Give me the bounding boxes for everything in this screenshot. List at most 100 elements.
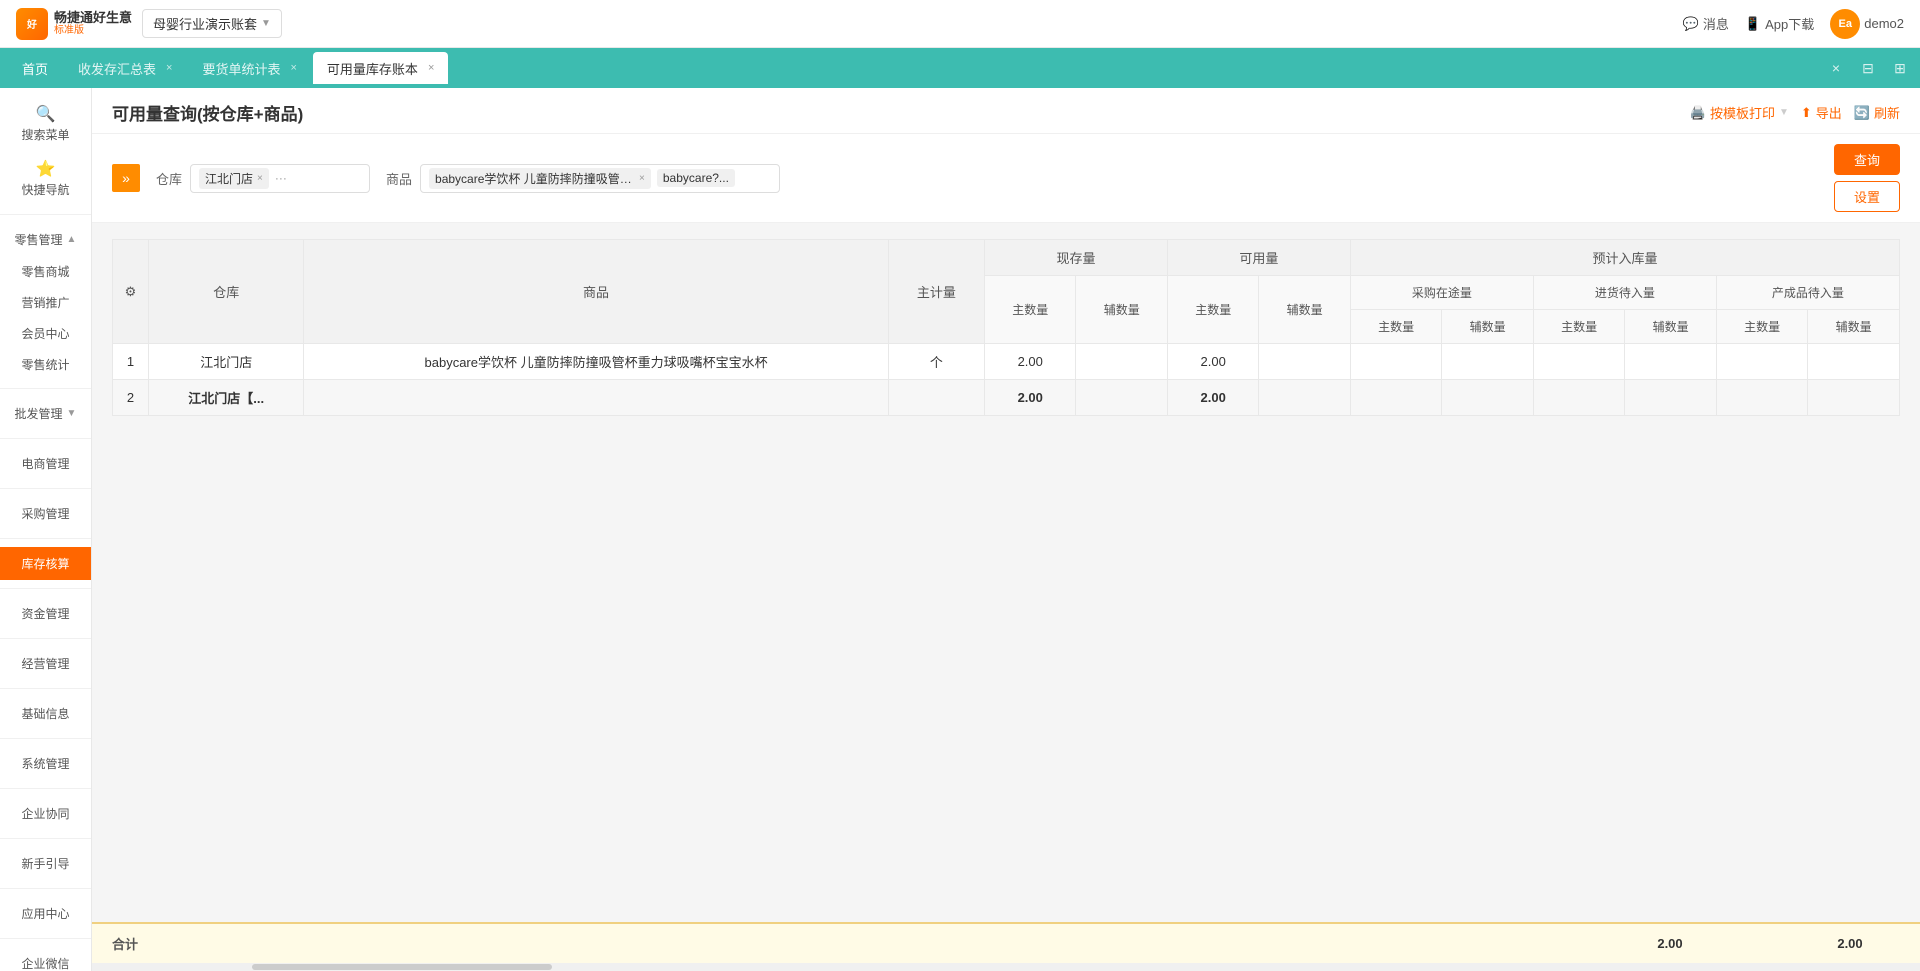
chevron-icon2: ▼ bbox=[67, 408, 77, 419]
sidebar-item-inventory[interactable]: 库存核算 bbox=[0, 547, 91, 580]
warehouse-filter-label: 仓库 bbox=[156, 169, 182, 188]
sidebar-item-member[interactable]: 会员中心 bbox=[0, 318, 91, 349]
footer-label: 合计 bbox=[112, 934, 272, 953]
sidebar-item-newbie[interactable]: 新手引导 bbox=[0, 847, 91, 880]
sidebar-item-search[interactable]: 🔍 搜索菜单 bbox=[0, 96, 91, 151]
sidebar-item-finance[interactable]: 资金管理 bbox=[0, 597, 91, 630]
remove-warehouse-tag[interactable]: × bbox=[257, 173, 263, 184]
row-1-purchase-main bbox=[1350, 344, 1441, 380]
sidebar-group-corp: 企业协同 bbox=[0, 789, 91, 839]
tab-available-stock[interactable]: 可用量库存账本 × bbox=[313, 52, 448, 84]
row-1-product-aux bbox=[1808, 344, 1900, 380]
col-gear[interactable]: ⚙ bbox=[113, 240, 149, 344]
row-2-purchase-main bbox=[1350, 380, 1441, 416]
sidebar-item-retail-stats[interactable]: 零售统计 bbox=[0, 349, 91, 380]
product-filter-input[interactable]: babycare学饮杯 儿童防摔防撞吸管杯重力球吸嘴杯宝宝水杯 × babyca… bbox=[420, 164, 780, 193]
row-1-unit: 个 bbox=[888, 344, 984, 380]
filter-product-group: 商品 babycare学饮杯 儿童防摔防撞吸管杯重力球吸嘴杯宝宝水杯 × bab… bbox=[386, 164, 780, 193]
row-1-avail-aux bbox=[1259, 344, 1350, 380]
row-2-incoming-aux bbox=[1625, 380, 1716, 416]
close-tab-receipt[interactable]: × bbox=[166, 62, 172, 74]
tab-order-stats[interactable]: 要货单统计表 × bbox=[188, 52, 310, 84]
refresh-button[interactable]: 🔄 刷新 bbox=[1854, 103, 1900, 122]
maximize-button[interactable]: ⊞ bbox=[1888, 56, 1912, 80]
query-button[interactable]: 查询 bbox=[1834, 144, 1900, 175]
top-bar-left: 好 畅捷通好生意 标准版 母婴行业演示账套 ▼ bbox=[16, 8, 282, 40]
avatar: Ea bbox=[1830, 9, 1860, 39]
remove-product-tag1[interactable]: × bbox=[639, 173, 645, 184]
footer-avail-main: 2.00 bbox=[1800, 936, 1900, 951]
sidebar-item-retail-mall[interactable]: 零售商城 bbox=[0, 256, 91, 287]
row-2-warehouse: 江北门店【... bbox=[149, 380, 304, 416]
sidebar-group-operations: 经营管理 bbox=[0, 639, 91, 689]
row-2-product-aux bbox=[1808, 380, 1900, 416]
sidebar-item-corp[interactable]: 企业协同 bbox=[0, 797, 91, 830]
top-bar: 好 畅捷通好生意 标准版 母婴行业演示账套 ▼ 💬 消息 📱 App下载 Ea … bbox=[0, 0, 1920, 48]
col-available-group: 可用量 bbox=[1167, 240, 1350, 276]
product-filter-label: 商品 bbox=[386, 169, 412, 188]
footer-current-main: 2.00 bbox=[1620, 936, 1720, 951]
col-incoming-aux: 辅数量 bbox=[1625, 310, 1716, 344]
sidebar-group-finance: 资金管理 bbox=[0, 589, 91, 639]
sidebar-group-retail: 零售管理 ▲ 零售商城 营销推广 会员中心 零售统计 bbox=[0, 215, 91, 389]
row-2-product-main bbox=[1716, 380, 1807, 416]
row-2-current-main: 2.00 bbox=[984, 380, 1075, 416]
col-product-aux: 辅数量 bbox=[1808, 310, 1900, 344]
sidebar-item-purchase[interactable]: 采购管理 bbox=[0, 497, 91, 530]
sidebar-item-system[interactable]: 系统管理 bbox=[0, 747, 91, 780]
close-tab-available[interactable]: × bbox=[428, 62, 434, 74]
row-1-avail-main: 2.00 bbox=[1167, 344, 1258, 380]
print-template-button[interactable]: 🖨️ 按模板打印 ▼ bbox=[1690, 103, 1789, 122]
industry-selector[interactable]: 母婴行业演示账套 ▼ bbox=[142, 9, 282, 38]
user-menu[interactable]: Ea demo2 bbox=[1830, 9, 1904, 39]
scroll-thumb[interactable] bbox=[252, 964, 552, 970]
sidebar-group-appstore: 应用中心 bbox=[0, 889, 91, 939]
filter-expand-button[interactable]: » bbox=[112, 164, 140, 192]
nav-tabs-right: × ⊟ ⊞ bbox=[1824, 56, 1912, 80]
page-header: 可用量查询(按仓库+商品) 🖨️ 按模板打印 ▼ ⬆ 导出 🔄 刷新 bbox=[92, 88, 1920, 134]
app-download-button[interactable]: 📱 App下载 bbox=[1745, 14, 1814, 33]
col-planned-in-group: 预计入库量 bbox=[1350, 240, 1899, 276]
row-1-incoming-main bbox=[1533, 344, 1624, 380]
warehouse-filter-input[interactable]: 江北门店 × ··· bbox=[190, 164, 370, 193]
page-actions: 🖨️ 按模板打印 ▼ ⬆ 导出 🔄 刷新 bbox=[1690, 103, 1900, 122]
row-2-product bbox=[304, 380, 888, 416]
sidebar-group-inventory: 库存核算 bbox=[0, 539, 91, 589]
sidebar-item-basic[interactable]: 基础信息 bbox=[0, 697, 91, 730]
table-row: 1 江北门店 babycare学饮杯 儿童防摔防撞吸管杯重力球吸嘴杯宝宝水杯 个… bbox=[113, 344, 1900, 380]
print-chevron-icon: ▼ bbox=[1779, 107, 1789, 118]
minimize-button[interactable]: ⊟ bbox=[1856, 56, 1880, 80]
close-tab-order[interactable]: × bbox=[290, 62, 296, 74]
close-window-button[interactable]: × bbox=[1824, 56, 1848, 80]
message-button[interactable]: 💬 消息 bbox=[1683, 14, 1729, 33]
sidebar-group-wholesale-header[interactable]: 批发管理 ▼ bbox=[0, 397, 91, 430]
sidebar-item-appstore[interactable]: 应用中心 bbox=[0, 897, 91, 930]
row-1-current-main: 2.00 bbox=[984, 344, 1075, 380]
sidebar-item-ecommerce[interactable]: 电商管理 bbox=[0, 447, 91, 480]
col-current-aux: 辅数量 bbox=[1076, 276, 1167, 344]
data-table: ⚙ 仓库 商品 主计量 现存量 可用量 预计入库量 主数量 辅数量 主数量 辅数… bbox=[112, 239, 1900, 416]
sidebar-item-operations[interactable]: 经营管理 bbox=[0, 647, 91, 680]
tab-home[interactable]: 首页 bbox=[8, 52, 62, 84]
col-product: 商品 bbox=[304, 240, 888, 344]
sidebar-group-retail-header[interactable]: 零售管理 ▲ bbox=[0, 223, 91, 256]
col-warehouse: 仓库 bbox=[149, 240, 304, 344]
table-header-row1: ⚙ 仓库 商品 主计量 现存量 可用量 预计入库量 bbox=[113, 240, 1900, 276]
sidebar-item-wechat[interactable]: 企业微信 bbox=[0, 947, 91, 971]
export-button[interactable]: ⬆ 导出 bbox=[1801, 103, 1842, 122]
nav-icon: ⭐ bbox=[36, 159, 56, 179]
tab-receipt-summary[interactable]: 收发存汇总表 × bbox=[64, 52, 186, 84]
row-1-purchase-aux bbox=[1442, 344, 1533, 380]
table-area: ⚙ 仓库 商品 主计量 现存量 可用量 预计入库量 主数量 辅数量 主数量 辅数… bbox=[92, 223, 1920, 922]
sidebar-group-wechat: 企业微信 bbox=[0, 939, 91, 971]
filter-more-btn[interactable]: ··· bbox=[275, 171, 287, 185]
warehouse-tag-jiangbei: 江北门店 × bbox=[199, 168, 269, 189]
table-row: 2 江北门店【... 2.00 2.00 bbox=[113, 380, 1900, 416]
sidebar-item-marketing[interactable]: 营销推广 bbox=[0, 287, 91, 318]
sidebar-item-nav[interactable]: ⭐ 快捷导航 bbox=[0, 151, 91, 206]
print-icon: 🖨️ bbox=[1690, 105, 1706, 121]
settings-button[interactable]: 设置 bbox=[1834, 181, 1900, 212]
row-1-num: 1 bbox=[113, 344, 149, 380]
row-2-avail-aux bbox=[1259, 380, 1350, 416]
horizontal-scrollbar[interactable] bbox=[92, 963, 1920, 971]
